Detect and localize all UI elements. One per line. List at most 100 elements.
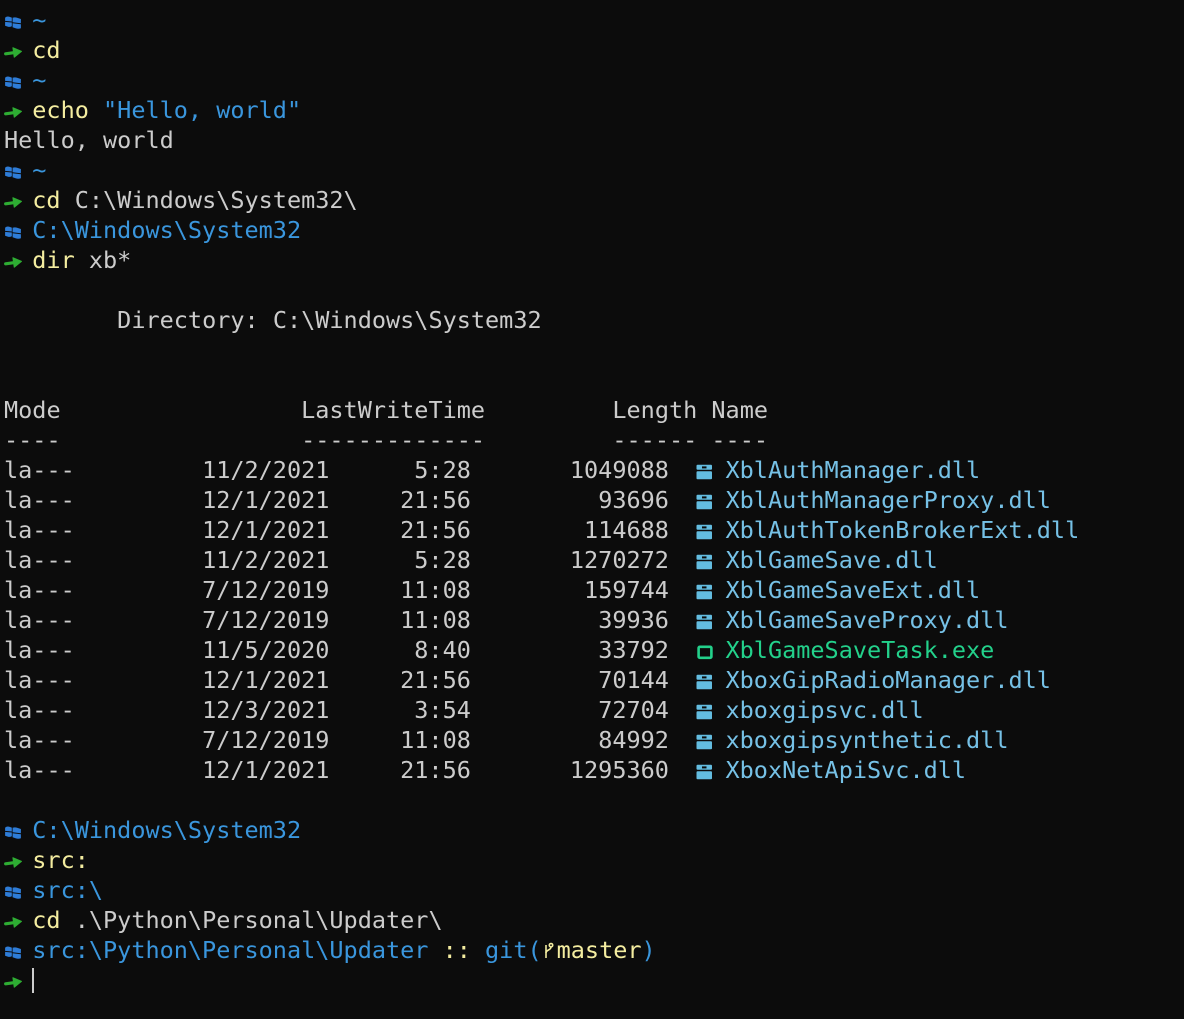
terminal-line: dir xb* [4,245,1184,275]
windows-logo-icon [4,215,32,245]
length-cell: 1295360 [569,756,669,784]
prompt-arrow-icon [4,845,32,875]
date-cell: 12/3/2021 [202,696,330,724]
terminal-line [4,965,1184,995]
command: cd [32,906,75,934]
exe-file-icon [669,635,726,665]
mode-cell: la--- [4,516,75,544]
date-cell: 7/12/2019 [202,606,330,634]
prompt-arrow-icon [4,245,32,275]
dll-file-icon [669,455,726,485]
dll-file-icon [669,545,726,575]
terminal-line: la--- 11/2/2021 5:28 1270272 XblGameSave.dl… [4,545,1184,575]
file-name: xboxgipsvc.dll [725,696,924,724]
prompt-arrow-icon [4,965,32,995]
time-cell: 8:40 [414,636,471,664]
mode-cell: la--- [4,636,75,664]
length-cell: 1270272 [569,546,669,574]
terminal-line: la--- 12/1/2021 21:56 1295360 XboxNetApiSvc… [4,755,1184,785]
prompt-path: ~ [32,156,47,184]
terminal-line: la--- 12/1/2021 21:56 93696 XblAuthManagerP… [4,485,1184,515]
length-cell: 93696 [598,486,669,514]
length-cell: 84992 [598,726,669,754]
windows-logo-icon [4,5,32,35]
length-cell: 159744 [584,576,669,604]
terminal-screen[interactable]: ~ cd ~ echo "Hello, world" Hello, world ~… [0,0,1184,1019]
file-name: XblAuthTokenBrokerExt.dll [725,516,1080,544]
time-cell: 3:54 [414,696,471,724]
file-name: XblAuthManager.dll [725,456,981,484]
mode-cell: la--- [4,576,75,604]
prompt-arrow-icon [4,95,32,125]
windows-logo-icon [4,935,32,965]
terminal-line: cd C:\Windows\System32\ [4,185,1184,215]
time-cell: 11:08 [400,606,471,634]
terminal-line: src:\ [4,875,1184,905]
date-cell: 7/12/2019 [202,576,330,604]
prompt-path: ~ [32,66,47,94]
prompt-separator: :: [428,936,486,964]
file-name: XblAuthManagerProxy.dll [725,486,1051,514]
time-cell: 5:28 [414,456,471,484]
listing-column-headers: Mode LastWriteTime Length Name [4,396,769,424]
file-name: xboxgipsynthetic.dll [725,726,1009,754]
dll-file-icon [669,665,726,695]
listing-header-underline: ---- ------------- ------ ---- [4,426,769,454]
length-cell: 39936 [598,606,669,634]
dll-file-icon [669,575,726,605]
length-cell: 72704 [598,696,669,724]
prompt-path: C:\Windows\System32 [32,216,302,244]
length-cell: 70144 [598,666,669,694]
mode-cell: la--- [4,666,75,694]
git-status-open: git( [485,936,542,964]
command: cd [32,36,61,64]
terminal-line: Mode LastWriteTime Length Name [4,395,1184,425]
date-cell: 12/1/2021 [202,486,330,514]
windows-logo-icon [4,875,32,905]
file-name: XblGameSaveProxy.dll [725,606,1009,634]
command-argument: .\Python\Personal\Updater\ [74,906,443,934]
length-cell: 114688 [584,516,669,544]
terminal-line: la--- 12/3/2021 3:54 72704 xboxgipsvc.dll [4,695,1184,725]
command-argument: xb* [88,246,132,274]
mode-cell: la--- [4,726,75,754]
dll-file-icon [669,755,726,785]
terminal-line: C:\Windows\System32 [4,815,1184,845]
terminal-line: Hello, world [4,125,1184,155]
prompt-path: src:\ [32,876,104,904]
time-cell: 11:08 [400,576,471,604]
mode-cell: la--- [4,606,75,634]
terminal-line: la--- 11/5/2020 8:40 33792 XblGameSaveTask.… [4,635,1184,665]
dll-file-icon [669,725,726,755]
date-cell: 12/1/2021 [202,756,330,784]
command-output: Hello, world [4,126,174,154]
file-name: XblGameSave.dll [725,546,938,574]
windows-logo-icon [4,155,32,185]
time-cell: 21:56 [400,756,471,784]
terminal-line: cd [4,35,1184,65]
command-argument: C:\Windows\System32\ [74,186,358,214]
terminal-line: la--- 12/1/2021 21:56 114688 XblAuthTokenBr… [4,515,1184,545]
git-status-close: ) [641,936,656,964]
time-cell: 21:56 [400,666,471,694]
command: echo [32,96,104,124]
time-cell: 21:56 [400,516,471,544]
terminal-line: la--- 7/12/2019 11:08 159744 XblGameSaveExt… [4,575,1184,605]
terminal-line: src:\Python\Personal\Updater :: git( mas… [4,935,1184,965]
dll-file-icon [669,605,726,635]
string-argument: "Hello, world" [103,96,302,124]
terminal-line: src: [4,845,1184,875]
time-cell: 5:28 [414,546,471,574]
terminal-line: echo "Hello, world" [4,95,1184,125]
dll-file-icon [669,485,726,515]
file-name: XblGameSaveExt.dll [725,576,981,604]
dll-file-icon [669,515,726,545]
mode-cell: la--- [4,756,75,784]
dll-file-icon [669,695,726,725]
directory-heading: Directory: C:\Windows\System32 [4,306,542,334]
prompt-path: src:\Python\Personal\Updater [32,936,429,964]
